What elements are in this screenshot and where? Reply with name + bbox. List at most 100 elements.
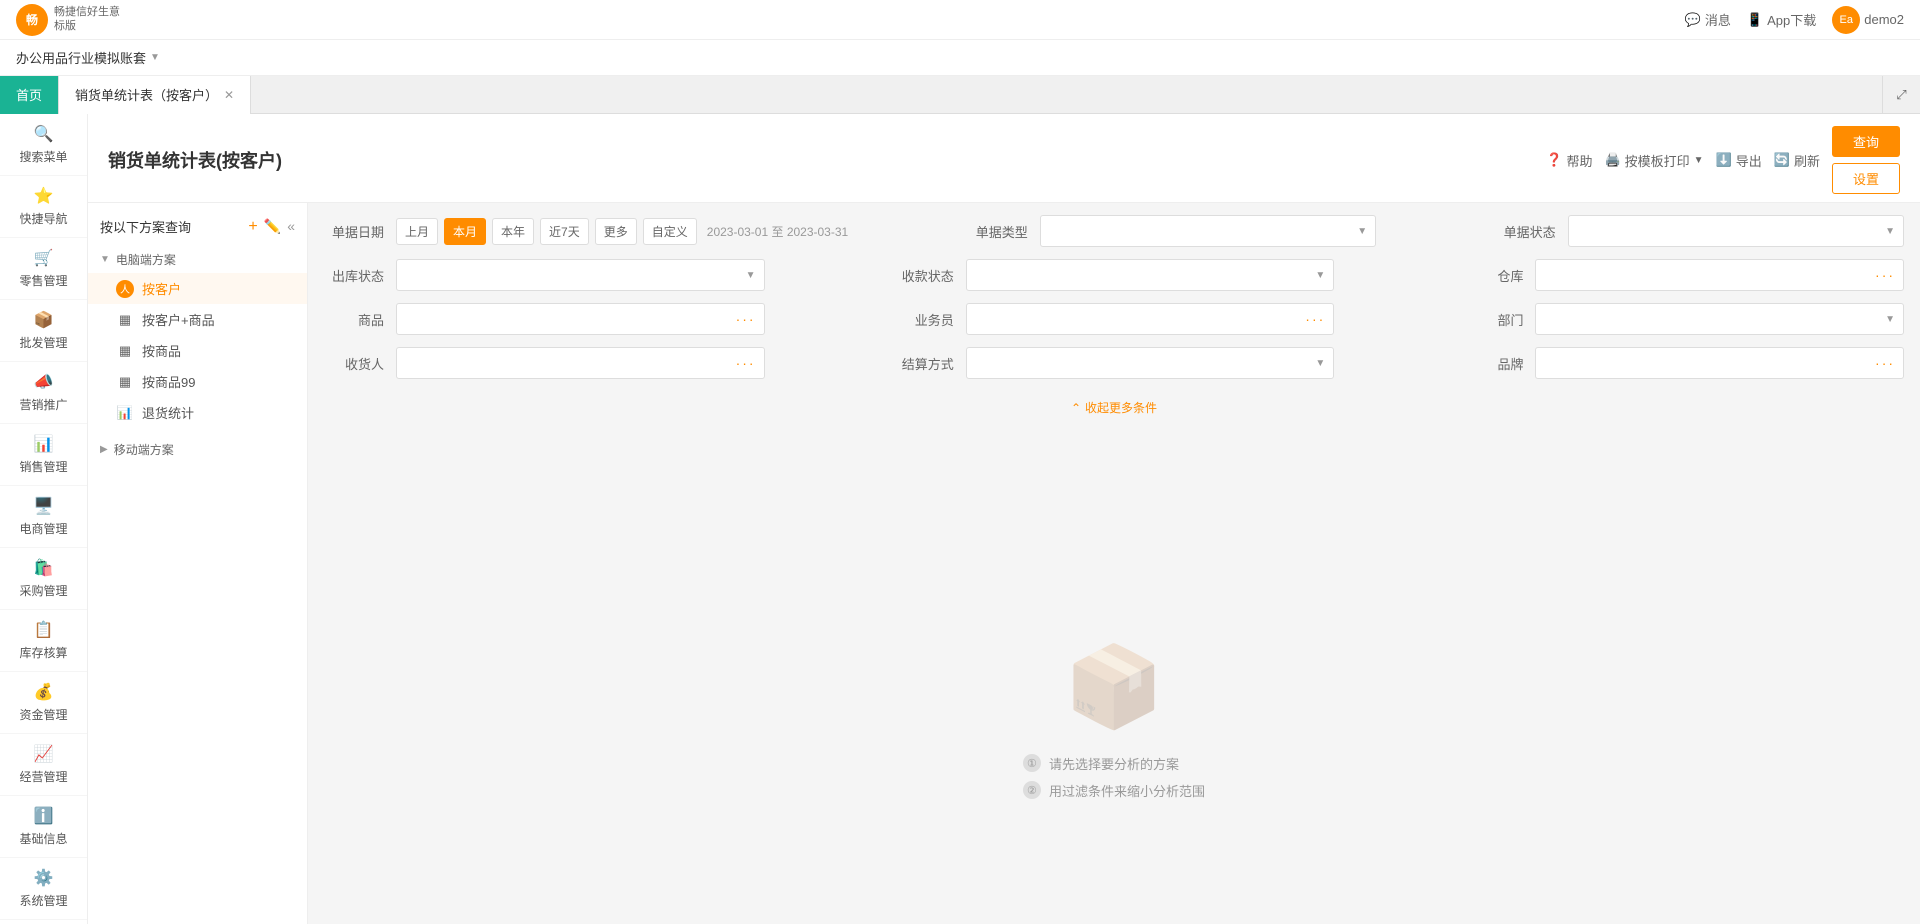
sidebar-item-wholesale-mgmt[interactable]: 📦 批发管理 bbox=[0, 300, 87, 362]
collapse-bar[interactable]: ⌃ 收起更多条件 bbox=[324, 391, 1904, 424]
scheme-group-title-mobile[interactable]: ▶ 移动端方案 bbox=[88, 436, 307, 463]
export-icon: ⬇️ bbox=[1716, 152, 1732, 168]
date-btn-last-month[interactable]: 上月 bbox=[396, 218, 438, 245]
empty-illustration: 📦 bbox=[1064, 640, 1164, 734]
date-btn-custom[interactable]: 自定义 bbox=[643, 218, 697, 245]
empty-hints: ① 请先选择要分析的方案 ② 用过滤条件来缩小分析范围 bbox=[1023, 754, 1205, 800]
sidebar-item-marketing[interactable]: 📣 营销推广 bbox=[0, 362, 87, 424]
sidebar-item-search-menu[interactable]: 🔍 搜索菜单 bbox=[0, 114, 87, 176]
print-icon: 🖨️ bbox=[1604, 152, 1620, 168]
filter-row-product: 商品 ··· 业务员 ··· 部门 bbox=[324, 303, 1904, 335]
department-label: 部门 bbox=[1463, 310, 1523, 329]
tab-bar: 首页 销货单统计表（按客户） ✕ ⤢ bbox=[0, 76, 1920, 114]
marketing-icon: 📣 bbox=[34, 372, 54, 392]
type-select[interactable]: ▼ bbox=[1040, 215, 1376, 247]
info-icon: ℹ️ bbox=[34, 806, 54, 826]
scheme-group-mobile: ▶ 移动端方案 bbox=[88, 432, 307, 467]
department-arrow: ▼ bbox=[1885, 314, 1895, 325]
message-icon: 💬 bbox=[1685, 12, 1701, 28]
tab-home[interactable]: 首页 bbox=[0, 76, 59, 114]
tab-expand-button[interactable]: ⤢ bbox=[1882, 76, 1920, 114]
scheme-item-by-product[interactable]: ▦ 按商品 bbox=[88, 335, 307, 366]
refresh-button[interactable]: 🔄 刷新 bbox=[1774, 151, 1820, 170]
user-avatar[interactable]: Ea demo2 bbox=[1832, 6, 1904, 34]
finance-icon: 💰 bbox=[34, 682, 54, 702]
scheme-item-by-customer[interactable]: 人 按客户 bbox=[88, 273, 307, 304]
scheme-group-title-desktop[interactable]: ▼ 电脑端方案 bbox=[88, 246, 307, 273]
main-right: 单据日期 上月 本月 本年 近7天 更多 自定义 2023-03-01 至 20… bbox=[308, 203, 1920, 924]
template-print-button[interactable]: 🖨️ 按模板打印 ▼ bbox=[1604, 151, 1703, 170]
purchase-icon: 🛍️ bbox=[34, 558, 54, 578]
print-dropdown-arrow: ▼ bbox=[1694, 155, 1704, 166]
top-bar-left: 畅 畅捷信好生意 标版 bbox=[16, 4, 120, 36]
date-btn-this-year[interactable]: 本年 bbox=[492, 218, 534, 245]
edit-scheme-button[interactable]: ✏️ bbox=[264, 218, 281, 236]
sidebar-item-ecommerce-mgmt[interactable]: 🖥️ 电商管理 bbox=[0, 486, 87, 548]
hint-num-1: ① bbox=[1023, 754, 1041, 772]
warehouse-label: 仓库 bbox=[1463, 266, 1523, 285]
logo-icon: 畅 bbox=[16, 4, 48, 36]
workspace-bar: 办公用品行业模拟账套 ▼ bbox=[0, 40, 1920, 76]
settings-button[interactable]: 设置 bbox=[1832, 163, 1900, 194]
group-expand-arrow: ▼ bbox=[100, 254, 110, 265]
receiver-select[interactable]: ··· bbox=[396, 347, 765, 379]
query-button[interactable]: 查询 bbox=[1832, 126, 1900, 157]
sidebar: 🔍 搜索菜单 ⭐ 快捷导航 🛒 零售管理 📦 批发管理 📣 营销推广 📊 销售管… bbox=[0, 114, 88, 924]
help-icon: ❓ bbox=[1546, 152, 1562, 168]
sidebar-item-purchase-mgmt[interactable]: 🛍️ 采购管理 bbox=[0, 548, 87, 610]
status-dropdown-arrow: ▼ bbox=[1885, 226, 1895, 237]
collapse-scheme-button[interactable]: « bbox=[287, 218, 295, 236]
date-btn-more[interactable]: 更多 bbox=[595, 218, 637, 245]
sidebar-item-sales-mgmt[interactable]: 📊 销售管理 bbox=[0, 424, 87, 486]
sidebar-item-enterprise-collab[interactable]: 🤝 企业协同 bbox=[0, 920, 87, 924]
inventory-icon: 📋 bbox=[34, 620, 54, 640]
out-status-select[interactable]: ▼ bbox=[396, 259, 765, 291]
tab-sales-summary[interactable]: 销货单统计表（按客户） ✕ bbox=[59, 76, 251, 114]
sidebar-item-quick-nav[interactable]: ⭐ 快捷导航 bbox=[0, 176, 87, 238]
sidebar-item-finance-mgmt[interactable]: 💰 资金管理 bbox=[0, 672, 87, 734]
sidebar-item-retail-mgmt[interactable]: 🛒 零售管理 bbox=[0, 238, 87, 300]
product-select[interactable]: ··· bbox=[396, 303, 765, 335]
status-select[interactable]: ▼ bbox=[1568, 215, 1904, 247]
help-button[interactable]: ❓ 帮助 bbox=[1546, 151, 1592, 170]
tab-close-button[interactable]: ✕ bbox=[224, 88, 234, 102]
type-dropdown-arrow: ▼ bbox=[1357, 226, 1367, 237]
sidebar-item-basic-info[interactable]: ℹ️ 基础信息 bbox=[0, 796, 87, 858]
operations-icon: 📈 bbox=[34, 744, 54, 764]
scheme-icon-product-99: ▦ bbox=[116, 373, 134, 391]
empty-state: 📦 ① 请先选择要分析的方案 ② 用过滤条件来缩小分析范围 bbox=[308, 516, 1920, 924]
settle-arrow: ▼ bbox=[1315, 358, 1325, 369]
content-area: 销货单统计表(按客户) ❓ 帮助 🖨️ 按模板打印 ▼ ⬇️ 导出 🔄 刷新 bbox=[88, 114, 1920, 924]
logo-area: 畅 畅捷信好生意 标版 bbox=[16, 4, 120, 36]
app-download-button[interactable]: 📱 App下载 bbox=[1747, 10, 1816, 29]
settle-label: 结算方式 bbox=[894, 354, 954, 373]
workspace-selector[interactable]: 办公用品行业模拟账套 ▼ bbox=[16, 48, 160, 67]
product-label: 商品 bbox=[324, 310, 384, 329]
export-button[interactable]: ⬇️ 导出 bbox=[1716, 151, 1762, 170]
brand-select[interactable]: ··· bbox=[1535, 347, 1904, 379]
collect-status-select[interactable]: ▼ bbox=[966, 259, 1335, 291]
brand-label: 品牌 bbox=[1463, 354, 1523, 373]
salesperson-select[interactable]: ··· bbox=[966, 303, 1335, 335]
date-btn-last-7days[interactable]: 近7天 bbox=[540, 218, 589, 245]
warehouse-select[interactable]: ··· bbox=[1535, 259, 1904, 291]
settle-select[interactable]: ▼ bbox=[966, 347, 1335, 379]
add-scheme-button[interactable]: + bbox=[248, 218, 257, 236]
scheme-item-by-return[interactable]: 📊 退货统计 bbox=[88, 397, 307, 428]
sidebar-item-inventory[interactable]: 📋 库存核算 bbox=[0, 610, 87, 672]
scheme-item-by-customer-product[interactable]: ▦ 按客户+商品 bbox=[88, 304, 307, 335]
sidebar-item-system-mgmt[interactable]: ⚙️ 系统管理 bbox=[0, 858, 87, 920]
out-status-arrow: ▼ bbox=[746, 270, 756, 281]
scheme-group-desktop: ▼ 电脑端方案 人 按客户 ▦ 按客户+商品 ▦ 按商品 bbox=[88, 242, 307, 432]
hint-num-2: ② bbox=[1023, 781, 1041, 799]
scheme-item-by-product-99[interactable]: ▦ 按商品99 bbox=[88, 366, 307, 397]
date-btn-this-month[interactable]: 本月 bbox=[444, 218, 486, 245]
salesperson-label: 业务员 bbox=[894, 310, 954, 329]
sales-icon: 📊 bbox=[34, 434, 54, 454]
sidebar-item-operations-mgmt[interactable]: 📈 经营管理 bbox=[0, 734, 87, 796]
top-bar: 畅 畅捷信好生意 标版 💬 消息 📱 App下载 Ea demo2 bbox=[0, 0, 1920, 40]
department-select[interactable]: ▼ bbox=[1535, 303, 1904, 335]
system-icon: ⚙️ bbox=[34, 868, 54, 888]
receiver-label: 收货人 bbox=[324, 354, 384, 373]
messages-button[interactable]: 💬 消息 bbox=[1685, 10, 1731, 29]
